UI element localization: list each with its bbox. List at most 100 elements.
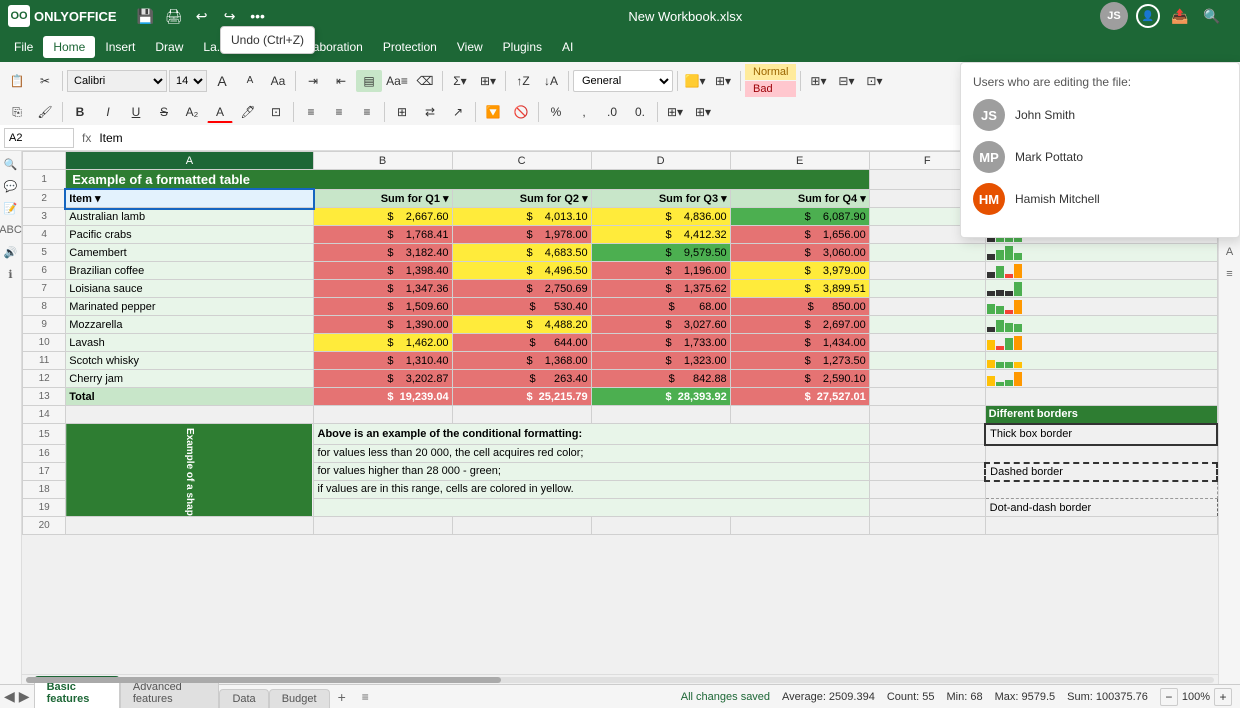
right-panel-icon-5[interactable]: A xyxy=(1221,243,1239,261)
sum-icon[interactable]: Σ▾ xyxy=(447,70,473,92)
align-center-icon[interactable]: ≡ xyxy=(326,101,352,123)
col-d-header[interactable]: D xyxy=(591,152,730,170)
cell-c11[interactable]: $ 1,368.00 xyxy=(452,352,591,370)
cell-c7[interactable]: $ 2,750.69 xyxy=(452,280,591,298)
redo-icon[interactable]: ↪ xyxy=(217,5,243,27)
menu-protection[interactable]: Protection xyxy=(373,36,447,58)
font-size-inc-icon[interactable]: A xyxy=(209,70,235,92)
zoom-out-button[interactable]: − xyxy=(1160,688,1178,706)
filter-icon[interactable]: 🔽 xyxy=(480,101,506,123)
italic-icon[interactable]: I xyxy=(95,101,121,123)
cell-c10[interactable]: $ 644.00 xyxy=(452,334,591,352)
spell-left-icon[interactable]: ABC xyxy=(2,221,20,239)
share-icon[interactable]: 📤 xyxy=(1168,4,1192,28)
wrap-icon[interactable]: ⇥ xyxy=(300,70,326,92)
number-format-select[interactable]: General xyxy=(573,70,673,92)
cell-e4[interactable]: $ 1,656.00 xyxy=(730,226,869,244)
cell-b12[interactable]: $ 3,202.87 xyxy=(313,370,452,388)
menu-file[interactable]: File xyxy=(4,36,43,58)
cell-b13[interactable]: $ 19,239.04 xyxy=(313,388,452,406)
underline-icon[interactable]: U xyxy=(123,101,149,123)
format-cells-icon[interactable]: ⊡▾ xyxy=(861,70,887,92)
cell-c5[interactable]: $ 4,683.50 xyxy=(452,244,591,262)
tab-data[interactable]: Data xyxy=(219,689,268,708)
cell-e3[interactable]: $ 6,087.90 xyxy=(730,208,869,226)
cell-d8[interactable]: $ 68.00 xyxy=(591,298,730,316)
border-icon[interactable]: ⊡ xyxy=(263,101,289,123)
highlight-icon[interactable]: 🖊 xyxy=(235,101,261,123)
cell-c9[interactable]: $ 4,488.20 xyxy=(452,316,591,334)
menu-view[interactable]: View xyxy=(447,36,493,58)
cell-a5[interactable]: Camembert xyxy=(66,244,313,262)
zoom-in-button[interactable]: + xyxy=(1214,688,1232,706)
cell-d10[interactable]: $ 1,733.00 xyxy=(591,334,730,352)
cell-a10[interactable]: Lavash xyxy=(66,334,313,352)
cell-a3[interactable]: Australian lamb xyxy=(66,208,313,226)
cell-b9[interactable]: $ 1,390.00 xyxy=(313,316,452,334)
sheet-list-button[interactable]: ≡ xyxy=(354,688,377,706)
cell-c2[interactable]: Sum for Q2 ▾ xyxy=(452,190,591,208)
named-ranges-icon[interactable]: ⊞▾ xyxy=(662,101,688,123)
dec-decrease-icon[interactable]: 0. xyxy=(627,101,653,123)
cell-d9[interactable]: $ 3,027.60 xyxy=(591,316,730,334)
bad-style[interactable]: Bad xyxy=(745,81,796,97)
orientation-icon[interactable]: ↗ xyxy=(445,101,471,123)
cell-c4[interactable]: $ 1,978.00 xyxy=(452,226,591,244)
cell-reference-input[interactable] xyxy=(4,128,74,148)
font-size-dec-icon[interactable]: A xyxy=(237,70,263,92)
cell-b10[interactable]: $ 1,462.00 xyxy=(313,334,452,352)
menu-ai[interactable]: AI xyxy=(552,36,583,58)
prev-sheet-arrow[interactable]: ◀ xyxy=(4,688,15,705)
font-name-select[interactable]: Calibri xyxy=(67,70,167,92)
cell-d6[interactable]: $ 1,196.00 xyxy=(591,262,730,280)
tab-budget[interactable]: Budget xyxy=(269,689,330,708)
cell-c12[interactable]: $ 263.40 xyxy=(452,370,591,388)
print-icon[interactable]: 🖨 xyxy=(161,5,187,27)
percent-icon[interactable]: % xyxy=(543,101,569,123)
font-size-auto-icon[interactable]: Aa xyxy=(265,70,291,92)
bold-icon[interactable]: B xyxy=(67,101,93,123)
tts-left-icon[interactable]: 🔊 xyxy=(2,243,20,261)
align-left-icon[interactable]: ≡ xyxy=(298,101,324,123)
text-direction-icon[interactable]: ⇄ xyxy=(417,101,443,123)
insert-rows-icon[interactable]: ⊞▾ xyxy=(805,70,831,92)
cell-e13[interactable]: $ 27,527.01 xyxy=(730,388,869,406)
cell-e12[interactable]: $ 2,590.10 xyxy=(730,370,869,388)
cell-e7[interactable]: $ 3,899.51 xyxy=(730,280,869,298)
copy-icon[interactable]: ⎘ xyxy=(4,101,30,123)
cell-d12[interactable]: $ 842.88 xyxy=(591,370,730,388)
cell-c3[interactable]: $ 4,013.10 xyxy=(452,208,591,226)
more-icon[interactable]: ••• xyxy=(245,5,271,27)
next-sheet-arrow[interactable]: ▶ xyxy=(19,688,30,705)
format-table-icon[interactable]: ⊞▾ xyxy=(690,101,716,123)
font-size-select[interactable]: 14 xyxy=(169,70,207,92)
menu-draw[interactable]: Draw xyxy=(145,36,193,58)
cell-a2[interactable]: Item ▾ xyxy=(66,190,313,208)
cell-a13[interactable]: Total xyxy=(66,388,313,406)
normal-style[interactable]: Normal xyxy=(745,64,796,80)
cell-b5[interactable]: $ 3,182.40 xyxy=(313,244,452,262)
clear-icon[interactable]: ⌫ xyxy=(412,70,438,92)
search-icon-title[interactable]: 🔍 xyxy=(1200,4,1224,28)
cell-b6[interactable]: $ 1,398.40 xyxy=(313,262,452,280)
cell-a11[interactable]: Scotch whisky xyxy=(66,352,313,370)
font-color-icon[interactable]: A xyxy=(207,101,233,123)
cell-e10[interactable]: $ 1,434.00 xyxy=(730,334,869,352)
cell-b11[interactable]: $ 1,310.40 xyxy=(313,352,452,370)
comment-left-icon[interactable]: 💬 xyxy=(2,177,20,195)
format-icon[interactable]: Aa≡ xyxy=(384,70,410,92)
menu-plugins[interactable]: Plugins xyxy=(493,36,552,58)
col-b-header[interactable]: B xyxy=(313,152,452,170)
cell-e5[interactable]: $ 3,060.00 xyxy=(730,244,869,262)
fill-series-icon[interactable]: ⊞▾ xyxy=(475,70,501,92)
cell-c6[interactable]: $ 4,496.50 xyxy=(452,262,591,280)
cell-a4[interactable]: Pacific crabs xyxy=(66,226,313,244)
cell-b8[interactable]: $ 1,509.60 xyxy=(313,298,452,316)
save-icon[interactable]: 💾 xyxy=(133,5,159,27)
search-left-icon[interactable]: 🔍 xyxy=(2,155,20,173)
add-sheet-button[interactable]: + xyxy=(330,687,354,707)
track-left-icon[interactable]: 📝 xyxy=(2,199,20,217)
cell-c8[interactable]: $ 530.40 xyxy=(452,298,591,316)
col-c-header[interactable]: C xyxy=(452,152,591,170)
hscrollbar-thumb[interactable] xyxy=(26,677,501,683)
